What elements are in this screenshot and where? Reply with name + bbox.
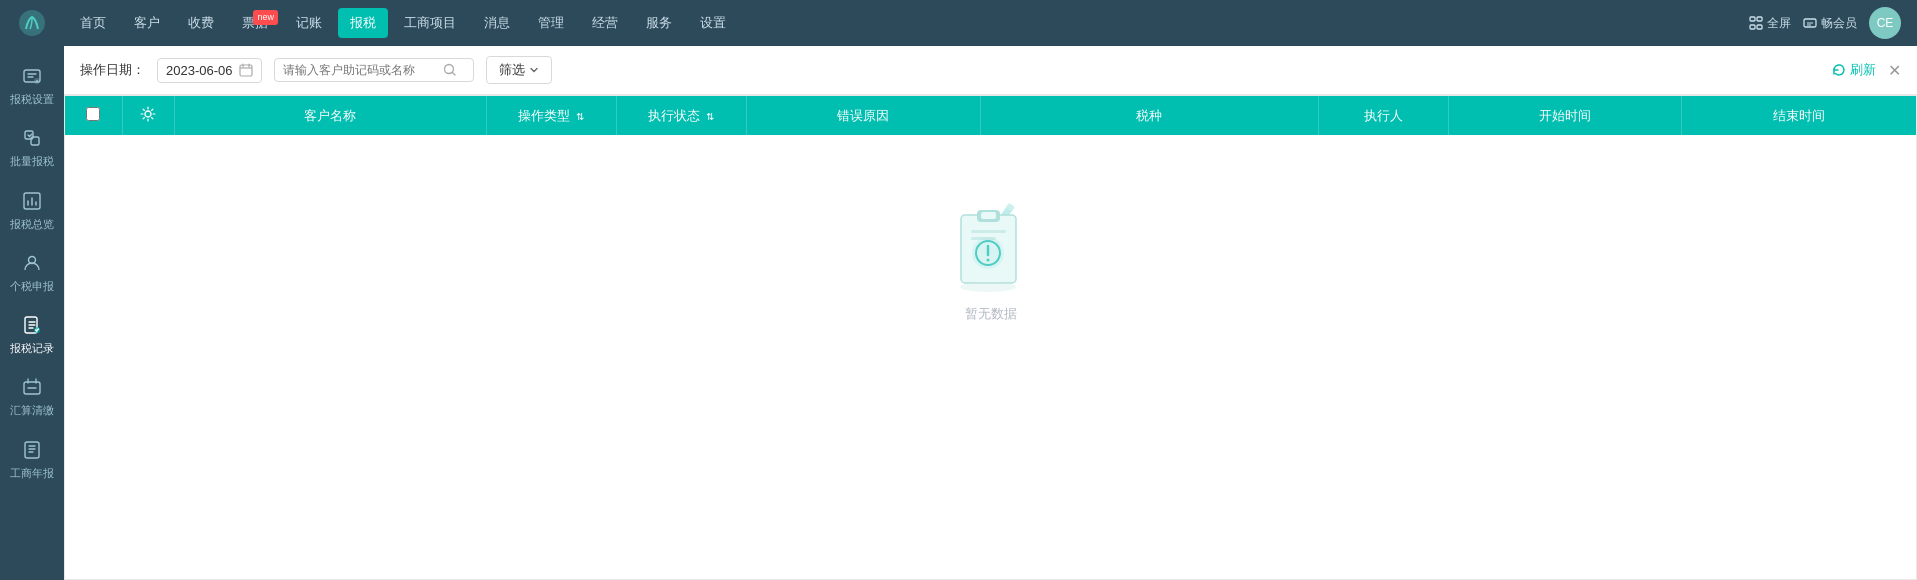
th-customer: 客户名称 bbox=[174, 96, 486, 135]
th-error: 错误原因 bbox=[746, 96, 980, 135]
avatar[interactable]: CE bbox=[1869, 7, 1901, 39]
filter-label: 筛选 bbox=[499, 61, 525, 79]
nav-item-settings[interactable]: 设置 bbox=[688, 8, 738, 38]
sidebar-item-tax-records[interactable]: 报税记录 bbox=[0, 303, 64, 365]
sidebar-label-tax-settings: 报税设置 bbox=[10, 92, 54, 106]
th-status[interactable]: 执行状态 ⇅ bbox=[616, 96, 746, 135]
th-starttime: 开始时间 bbox=[1448, 96, 1682, 135]
annual-report-icon bbox=[20, 438, 44, 462]
app-logo bbox=[16, 7, 48, 39]
fullscreen-label: 全屏 bbox=[1767, 15, 1791, 32]
batch-tax-icon bbox=[20, 126, 44, 150]
th-executor: 执行人 bbox=[1318, 96, 1448, 135]
sidebar-item-personal-tax[interactable]: 个税申报 bbox=[0, 241, 64, 303]
filter-button[interactable]: 筛选 bbox=[486, 56, 552, 84]
refresh-label: 刷新 bbox=[1850, 61, 1876, 79]
tax-records-icon bbox=[20, 313, 44, 337]
nav-items: 首页客户收费票据new记账报税工商项目消息管理经营服务设置 bbox=[68, 8, 1749, 38]
search-input[interactable] bbox=[283, 63, 443, 77]
svg-rect-28 bbox=[971, 230, 1006, 233]
chevron-down-icon bbox=[529, 65, 539, 75]
th-taxtype: 税种 bbox=[980, 96, 1318, 135]
sidebar-label-settlement: 汇算清缴 bbox=[10, 403, 54, 417]
main-table: 客户名称 操作类型 ⇅ 执行状态 ⇅ 错误原因 bbox=[65, 96, 1916, 383]
nav-item-operation[interactable]: 经营 bbox=[580, 8, 630, 38]
nav-item-home[interactable]: 首页 bbox=[68, 8, 118, 38]
calendar-icon bbox=[239, 63, 253, 77]
th-settings bbox=[122, 96, 174, 135]
empty-state: 暂无数据 bbox=[65, 135, 1916, 383]
nav-item-service[interactable]: 服务 bbox=[634, 8, 684, 38]
content-area: 操作日期： 2023-06-06 筛选 bbox=[64, 46, 1917, 580]
right-actions: 全屏 畅会员 CE bbox=[1749, 7, 1901, 39]
sort-status-icon: ⇅ bbox=[706, 111, 714, 122]
toolbar: 操作日期： 2023-06-06 筛选 bbox=[64, 46, 1917, 95]
table-header-row: 客户名称 操作类型 ⇅ 执行状态 ⇅ 错误原因 bbox=[65, 96, 1916, 135]
sidebar: 报税设置 批量报税 报税总览 个税申报 报税记录 汇算清缴 bbox=[0, 46, 64, 580]
main-layout: 报税设置 批量报税 报税总览 个税申报 报税记录 汇算清缴 bbox=[0, 46, 1917, 580]
search-box[interactable] bbox=[274, 58, 474, 82]
svg-rect-24 bbox=[981, 212, 996, 219]
search-icon bbox=[443, 63, 457, 77]
nav-item-manage[interactable]: 管理 bbox=[526, 8, 576, 38]
sidebar-item-settlement[interactable]: 汇算清缴 bbox=[0, 365, 64, 427]
sort-optype-icon: ⇅ bbox=[576, 111, 584, 122]
nav-item-fees[interactable]: 收费 bbox=[176, 8, 226, 38]
sidebar-label-tax-summary: 报税总览 bbox=[10, 217, 54, 231]
table-container: 客户名称 操作类型 ⇅ 执行状态 ⇅ 错误原因 bbox=[64, 95, 1917, 580]
sidebar-item-tax-settings[interactable]: 报税设置 bbox=[0, 54, 64, 116]
tax-settings-icon bbox=[20, 64, 44, 88]
nav-item-customer[interactable]: 客户 bbox=[122, 8, 172, 38]
th-endtime: 结束时间 bbox=[1682, 96, 1916, 135]
member-button[interactable]: 畅会员 bbox=[1803, 15, 1857, 32]
svg-point-30 bbox=[960, 282, 1016, 292]
svg-point-18 bbox=[145, 111, 151, 117]
date-value: 2023-06-06 bbox=[166, 63, 233, 78]
close-button[interactable]: ✕ bbox=[1888, 61, 1901, 80]
nav-item-bookkeeping[interactable]: 记账 bbox=[284, 8, 334, 38]
select-all-checkbox[interactable] bbox=[86, 107, 100, 121]
sidebar-label-annual-report: 工商年报 bbox=[10, 466, 54, 480]
svg-rect-1 bbox=[1750, 17, 1755, 21]
svg-point-27 bbox=[986, 259, 989, 262]
nav-item-business[interactable]: 工商项目 bbox=[392, 8, 468, 38]
settlement-icon bbox=[20, 375, 44, 399]
date-input[interactable]: 2023-06-06 bbox=[157, 58, 262, 83]
fullscreen-button[interactable]: 全屏 bbox=[1749, 15, 1791, 32]
top-navigation: 首页客户收费票据new记账报税工商项目消息管理经营服务设置 全屏 畅会员 CE bbox=[0, 0, 1917, 46]
nav-badge-invoice: new bbox=[253, 10, 278, 25]
th-checkbox bbox=[65, 96, 122, 135]
nav-item-tax[interactable]: 报税 bbox=[338, 8, 388, 38]
svg-rect-3 bbox=[1750, 25, 1755, 29]
th-optype[interactable]: 操作类型 ⇅ bbox=[486, 96, 616, 135]
member-label: 畅会员 bbox=[1821, 15, 1857, 32]
refresh-button[interactable]: 刷新 bbox=[1832, 61, 1876, 79]
sidebar-label-tax-records: 报税记录 bbox=[10, 341, 54, 355]
empty-state-row: 暂无数据 bbox=[65, 135, 1916, 383]
svg-rect-2 bbox=[1757, 17, 1762, 21]
personal-tax-icon bbox=[20, 251, 44, 275]
svg-rect-29 bbox=[971, 237, 996, 240]
nav-item-message[interactable]: 消息 bbox=[472, 8, 522, 38]
sidebar-item-tax-summary[interactable]: 报税总览 bbox=[0, 179, 64, 241]
empty-illustration bbox=[941, 195, 1041, 305]
sidebar-item-annual-report[interactable]: 工商年报 bbox=[0, 428, 64, 490]
tax-summary-icon bbox=[20, 189, 44, 213]
refresh-icon bbox=[1832, 63, 1846, 77]
date-label: 操作日期： bbox=[80, 61, 145, 79]
sidebar-label-batch-tax: 批量报税 bbox=[10, 154, 54, 168]
settings-icon[interactable] bbox=[140, 106, 156, 122]
sidebar-item-batch-tax[interactable]: 批量报税 bbox=[0, 116, 64, 178]
empty-text: 暂无数据 bbox=[965, 305, 1017, 323]
nav-item-invoice[interactable]: 票据new bbox=[230, 8, 280, 38]
svg-rect-15 bbox=[25, 442, 39, 458]
svg-rect-4 bbox=[1757, 25, 1762, 29]
svg-rect-16 bbox=[240, 65, 252, 76]
sidebar-label-personal-tax: 个税申报 bbox=[10, 279, 54, 293]
